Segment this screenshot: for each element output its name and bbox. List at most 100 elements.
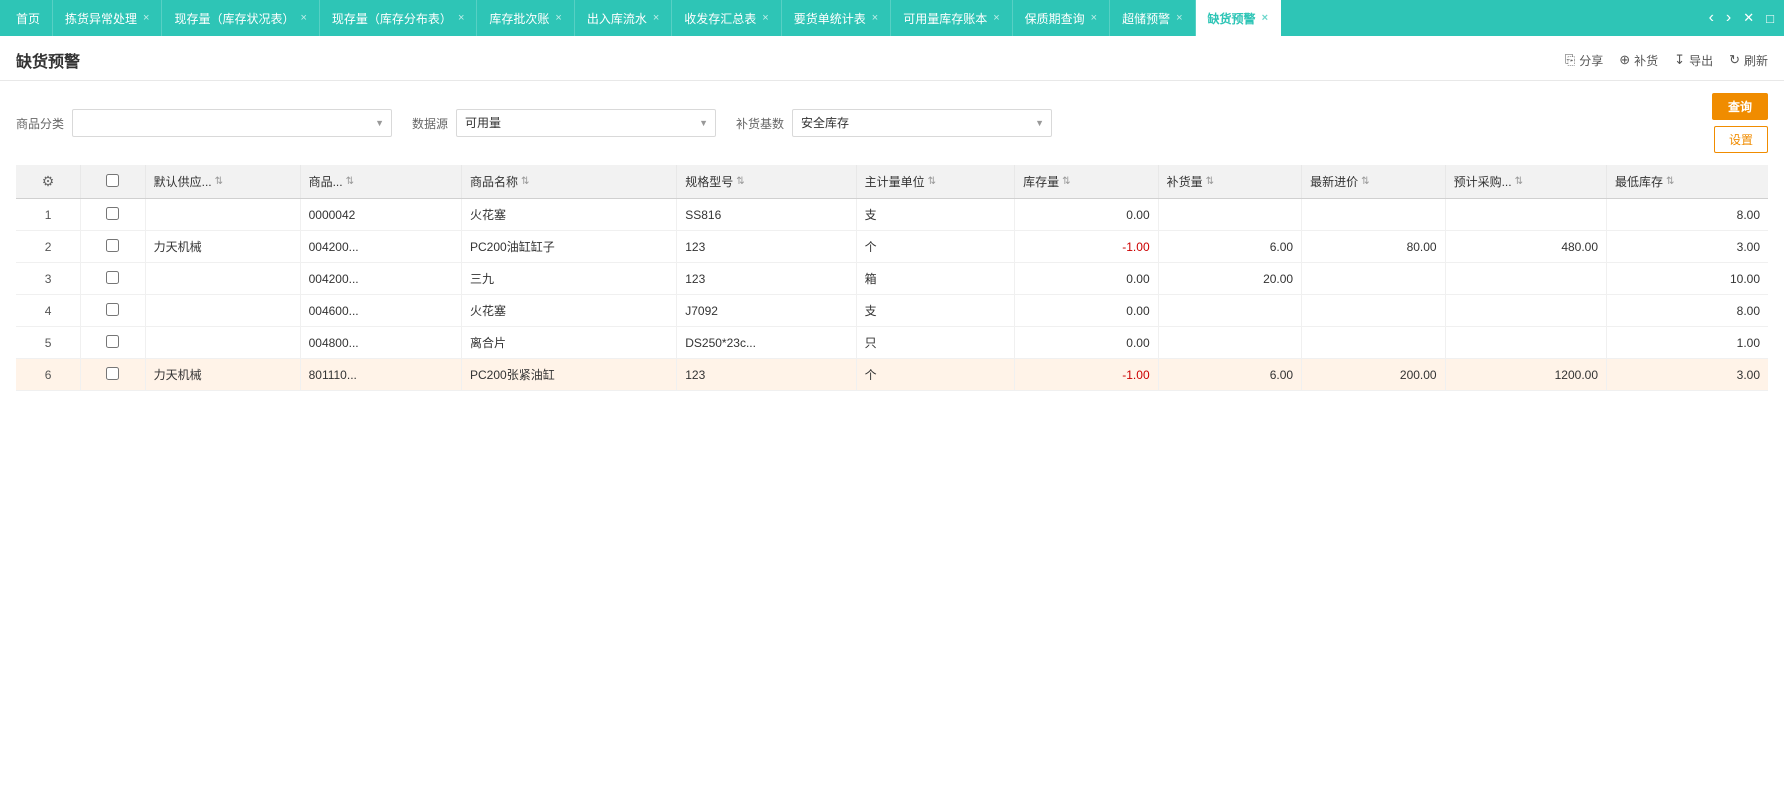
cell-replenish-1: 6.00 [1158, 231, 1301, 263]
cell-unit-0: 支 [856, 199, 1015, 231]
tab-available[interactable]: 可用量库存账本× [891, 0, 1012, 36]
tab-prev-btn[interactable]: ‹ [1703, 0, 1720, 36]
row-checkbox-2[interactable] [106, 271, 119, 284]
th-spec: 规格型号 ⇅ [677, 165, 856, 199]
th-latest-price-sort[interactable]: 最新进价 ⇅ [1310, 173, 1436, 190]
th-goods-code-sort[interactable]: 商品... ⇅ [309, 173, 453, 190]
tab-overstock[interactable]: 超储预警× [1110, 0, 1195, 36]
cell-goods-name-3: 火花塞 [462, 295, 677, 327]
cell-latest-price-0 [1302, 199, 1445, 231]
tab-close-overstock[interactable]: × [1176, 12, 1182, 24]
th-goods-name-sort[interactable]: 商品名称 ⇅ [470, 173, 668, 190]
tab-close-stock-status[interactable]: × [300, 12, 306, 24]
tab-expiry[interactable]: 保质期查询× [1013, 0, 1110, 36]
category-select[interactable] [72, 109, 392, 137]
select-all-checkbox[interactable] [106, 174, 119, 187]
row-checkbox-5[interactable] [106, 367, 119, 380]
tab-abnormal[interactable]: 拣货异常处理× [53, 0, 162, 36]
cell-supplier-1: 力天机械 [145, 231, 300, 263]
export-button[interactable]: ↧ 导出 [1674, 52, 1713, 69]
tab-close-expiry[interactable]: × [1091, 12, 1097, 24]
filter-bar: 商品分类 数据源 可用量 补货基数 安全库存 [0, 81, 1784, 165]
tab-close-inout[interactable]: × [653, 12, 659, 24]
th-goods-code: 商品... ⇅ [300, 165, 461, 199]
tab-shortage[interactable]: 缺货预警× [1196, 0, 1281, 36]
th-spec-sort[interactable]: 规格型号 ⇅ [685, 173, 847, 190]
settings-button[interactable]: 设置 [1714, 126, 1768, 153]
main-content: 缺货预警 ⎘ 分享 ⊕ 补货 ↧ 导出 ↻ 刷新 商品分类 [0, 36, 1784, 796]
th-min-stock-sort[interactable]: 最低库存 ⇅ [1615, 173, 1760, 190]
replenish-button[interactable]: ⊕ 补货 [1619, 52, 1658, 69]
tab-stock-dist[interactable]: 现存量（库存分布表）× [320, 0, 477, 36]
cell-unit-3: 支 [856, 295, 1015, 327]
cell-goods-name-0: 火花塞 [462, 199, 677, 231]
th-unit: 主计量单位 ⇅ [856, 165, 1015, 199]
row-checkbox-0[interactable] [106, 207, 119, 220]
cell-stock-4: 0.00 [1015, 327, 1158, 359]
cell-goods-code-2: 004200... [300, 263, 461, 295]
tab-label-batch: 库存批次账 [489, 10, 549, 27]
th-replenish-sort[interactable]: 补货量 ⇅ [1167, 173, 1293, 190]
tab-stock-status[interactable]: 现存量（库存状况表）× [162, 0, 319, 36]
tab-close-collect[interactable]: × [762, 12, 768, 24]
tab-close-requisition[interactable]: × [872, 12, 878, 24]
tab-close-batch[interactable]: × [555, 12, 561, 24]
tab-close-available[interactable]: × [993, 12, 999, 24]
tab-requisition[interactable]: 要货单统计表× [782, 0, 891, 36]
th-stock-sort[interactable]: 库存量 ⇅ [1023, 173, 1149, 190]
th-replenish: 补货量 ⇅ [1158, 165, 1301, 199]
row-checkbox-4[interactable] [106, 335, 119, 348]
cell-forecast-4 [1445, 327, 1606, 359]
tab-batch[interactable]: 库存批次账 × [477, 0, 574, 36]
cell-forecast-0 [1445, 199, 1606, 231]
tab-close-stock-dist[interactable]: × [458, 12, 464, 24]
window-maximize-btn[interactable]: □ [1760, 0, 1780, 36]
cell-replenish-5: 6.00 [1158, 359, 1301, 391]
tab-next-btn[interactable]: › [1720, 0, 1737, 36]
cell-checkbox-0 [81, 199, 146, 231]
category-label: 商品分类 [16, 115, 64, 132]
data-table: ⚙ 默认供应... ⇅ 商品... ⇅ [16, 165, 1768, 391]
th-num: ⚙ [16, 165, 81, 199]
cell-spec-2: 123 [677, 263, 856, 295]
cell-goods-code-5: 801110... [300, 359, 461, 391]
th-checkbox [81, 165, 146, 199]
row-checkbox-1[interactable] [106, 239, 119, 252]
export-icon: ↧ [1674, 52, 1685, 68]
cell-num-0: 1 [16, 199, 81, 231]
gear-icon[interactable]: ⚙ [42, 173, 55, 189]
tab-collect[interactable]: 收发存汇总表× [672, 0, 781, 36]
tab-close-abnormal[interactable]: × [143, 12, 149, 24]
datasource-select[interactable]: 可用量 [456, 109, 716, 137]
cell-goods-code-4: 004800... [300, 327, 461, 359]
table-row: 2力天机械004200...PC200油缸缸子123个-1.006.0080.0… [16, 231, 1768, 263]
page-title: 缺货预警 [16, 48, 80, 72]
tab-bar: 首页拣货异常处理×现存量（库存状况表）×现存量（库存分布表）×库存批次账×出入库… [0, 0, 1784, 36]
refresh-button[interactable]: ↻ 刷新 [1729, 52, 1768, 69]
replenish-base-select[interactable]: 安全库存 [792, 109, 1052, 137]
cell-num-1: 2 [16, 231, 81, 263]
header-actions: ⎘ 分享 ⊕ 补货 ↧ 导出 ↻ 刷新 [1565, 52, 1768, 69]
th-latest-price: 最新进价 ⇅ [1302, 165, 1445, 199]
share-icon: ⎘ [1565, 52, 1575, 68]
datasource-filter-group: 数据源 可用量 [412, 109, 716, 137]
sort-icon-latest-price: ⇅ [1361, 176, 1369, 187]
tab-home[interactable]: 首页 [4, 0, 53, 36]
row-checkbox-3[interactable] [106, 303, 119, 316]
tab-inout[interactable]: 出入库流水× [575, 0, 672, 36]
tab-close-shortage[interactable]: × [1262, 12, 1268, 24]
th-min-stock: 最低库存 ⇅ [1607, 165, 1768, 199]
cell-replenish-3 [1158, 295, 1301, 327]
tab-label-home: 首页 [16, 10, 40, 27]
th-supplier-sort[interactable]: 默认供应... ⇅ [154, 173, 292, 190]
query-button[interactable]: 查询 [1712, 93, 1768, 120]
window-restore-btn[interactable]: ✕ [1737, 0, 1760, 36]
datasource-select-wrapper: 可用量 [456, 109, 716, 137]
cell-forecast-3 [1445, 295, 1606, 327]
datasource-label: 数据源 [412, 115, 448, 132]
th-unit-sort[interactable]: 主计量单位 ⇅ [865, 173, 1007, 190]
cell-supplier-4 [145, 327, 300, 359]
share-button[interactable]: ⎘ 分享 [1565, 52, 1603, 69]
th-forecast-sort[interactable]: 预计采购... ⇅ [1454, 173, 1598, 190]
table-container: ⚙ 默认供应... ⇅ 商品... ⇅ [0, 165, 1784, 391]
